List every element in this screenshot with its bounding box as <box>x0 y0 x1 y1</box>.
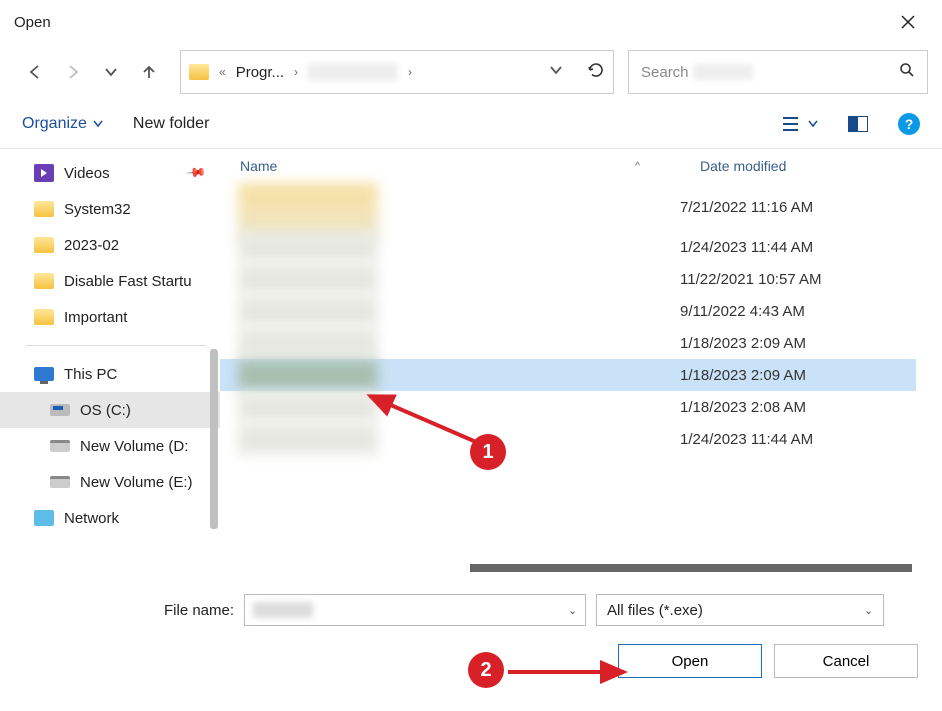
sidebar-label: System32 <box>64 201 131 218</box>
breadcrumb-part[interactable]: Progr... <box>236 64 284 81</box>
chevron-right-icon: › <box>408 65 412 79</box>
annotation-arrow-2 <box>504 660 644 684</box>
organize-label: Organize <box>22 115 87 133</box>
window-title: Open <box>14 14 51 31</box>
new-folder-button[interactable]: New folder <box>133 115 209 133</box>
sidebar-item-2023-02[interactable]: 2023-02 <box>0 227 220 263</box>
sidebar-label: 2023-02 <box>64 237 119 254</box>
drive-icon <box>50 404 70 416</box>
sidebar-item-system32[interactable]: System32 <box>0 191 220 227</box>
file-row[interactable] <box>220 327 680 359</box>
breadcrumb-sep: « <box>219 65 226 79</box>
sidebar-item-os-c[interactable]: OS (C:) <box>0 392 220 428</box>
sidebar-item-this-pc[interactable]: This PC <box>0 356 220 392</box>
view-menu[interactable] <box>782 116 818 132</box>
forward-button[interactable] <box>56 55 90 89</box>
preview-pane-button[interactable] <box>848 116 868 132</box>
file-row[interactable] <box>220 263 680 295</box>
filetype-filter[interactable]: All files (*.exe) ⌄ <box>596 594 884 626</box>
file-row[interactable] <box>220 295 680 327</box>
date-cell: 1/24/2023 11:44 AM <box>680 423 916 455</box>
blurred-name <box>238 360 378 390</box>
close-button[interactable] <box>888 2 928 42</box>
blurred-name <box>238 328 378 358</box>
sidebar-label: New Volume (E:) <box>80 474 193 491</box>
file-row[interactable] <box>220 183 680 231</box>
address-bar[interactable]: « Progr... › › <box>180 50 614 94</box>
chevron-right-icon: › <box>294 65 298 79</box>
sidebar-item-disable-fast[interactable]: Disable Fast Startu <box>0 263 220 299</box>
sidebar-item-new-volume-e[interactable]: New Volume (E:) <box>0 464 220 500</box>
blurred-name <box>238 392 378 422</box>
folder-icon <box>34 273 54 289</box>
file-row-selected[interactable] <box>220 359 680 391</box>
date-cell: 1/18/2023 2:09 AM <box>680 327 916 359</box>
sidebar-label: Network <box>64 510 119 527</box>
vscrollbar[interactable] <box>210 349 218 529</box>
back-button[interactable] <box>18 55 52 89</box>
sidebar: Videos 📌 System32 2023-02 Disable Fast S… <box>0 149 220 576</box>
sidebar-item-important[interactable]: Important <box>0 299 220 335</box>
sidebar-label: OS (C:) <box>80 402 131 419</box>
sidebar-item-network[interactable]: Network <box>0 500 220 536</box>
file-row[interactable] <box>220 231 680 263</box>
sort-icon: ^ <box>635 161 640 172</box>
sidebar-label: Important <box>64 309 127 326</box>
column-header-name[interactable]: Name ^ <box>220 149 680 183</box>
refresh-button[interactable] <box>573 61 605 84</box>
drive-icon <box>50 440 70 452</box>
drive-icon <box>50 476 70 488</box>
search-input[interactable]: Search <box>628 50 928 94</box>
blurred-name <box>238 183 378 239</box>
file-list: Name ^ Date modified 7/21/2022 11:16 AM … <box>220 149 942 576</box>
folder-icon <box>34 237 54 253</box>
date-cell: 9/11/2022 4:43 AM <box>680 295 916 327</box>
chevron-down-icon[interactable]: ⌄ <box>568 604 577 617</box>
recent-dropdown[interactable] <box>94 55 128 89</box>
annotation-step-1: 1 <box>470 434 506 470</box>
sidebar-label: New Volume (D: <box>80 438 188 455</box>
hscrollbar[interactable] <box>470 564 912 572</box>
folder-icon <box>189 64 209 80</box>
date-cell: 7/21/2022 11:16 AM <box>680 183 916 231</box>
col-label: Name <box>240 158 277 174</box>
date-cell: 1/24/2023 11:44 AM <box>680 231 916 263</box>
filename-label: File name: <box>164 602 234 619</box>
sidebar-label: Disable Fast Startu <box>64 273 192 290</box>
column-header-date[interactable]: Date modified <box>680 149 916 183</box>
address-dropdown[interactable] <box>549 63 563 82</box>
date-cell: 11/22/2021 10:57 AM <box>680 263 916 295</box>
filename-blurred <box>253 602 313 618</box>
filename-input[interactable]: ⌄ <box>244 594 586 626</box>
sidebar-item-videos[interactable]: Videos 📌 <box>0 155 220 191</box>
filter-label: All files (*.exe) <box>607 602 703 619</box>
blurred-name <box>238 232 378 262</box>
blurred-name <box>238 424 378 454</box>
chevron-down-icon[interactable]: ⌄ <box>864 604 873 617</box>
folder-icon <box>34 309 54 325</box>
pin-icon: 📌 <box>185 162 208 185</box>
sidebar-label: This PC <box>64 366 117 383</box>
network-icon <box>34 510 54 526</box>
sidebar-label: Videos <box>64 165 110 182</box>
videos-icon <box>34 164 54 182</box>
annotation-step-2: 2 <box>468 652 504 688</box>
blurred-name <box>238 296 378 326</box>
help-button[interactable]: ? <box>898 113 920 135</box>
breadcrumb-part-blurred[interactable] <box>308 63 398 81</box>
organize-menu[interactable]: Organize <box>22 115 103 133</box>
date-cell: 1/18/2023 2:09 AM <box>680 359 916 391</box>
sidebar-item-new-volume-d[interactable]: New Volume (D: <box>0 428 220 464</box>
cancel-button[interactable]: Cancel <box>774 644 918 678</box>
up-button[interactable] <box>132 55 166 89</box>
date-cell: 1/18/2023 2:08 AM <box>680 391 916 423</box>
pc-icon <box>34 367 54 381</box>
search-blurred-text <box>693 64 753 80</box>
search-placeholder: Search <box>641 64 689 81</box>
folder-icon <box>34 201 54 217</box>
blurred-name <box>238 264 378 294</box>
search-icon <box>899 62 915 83</box>
